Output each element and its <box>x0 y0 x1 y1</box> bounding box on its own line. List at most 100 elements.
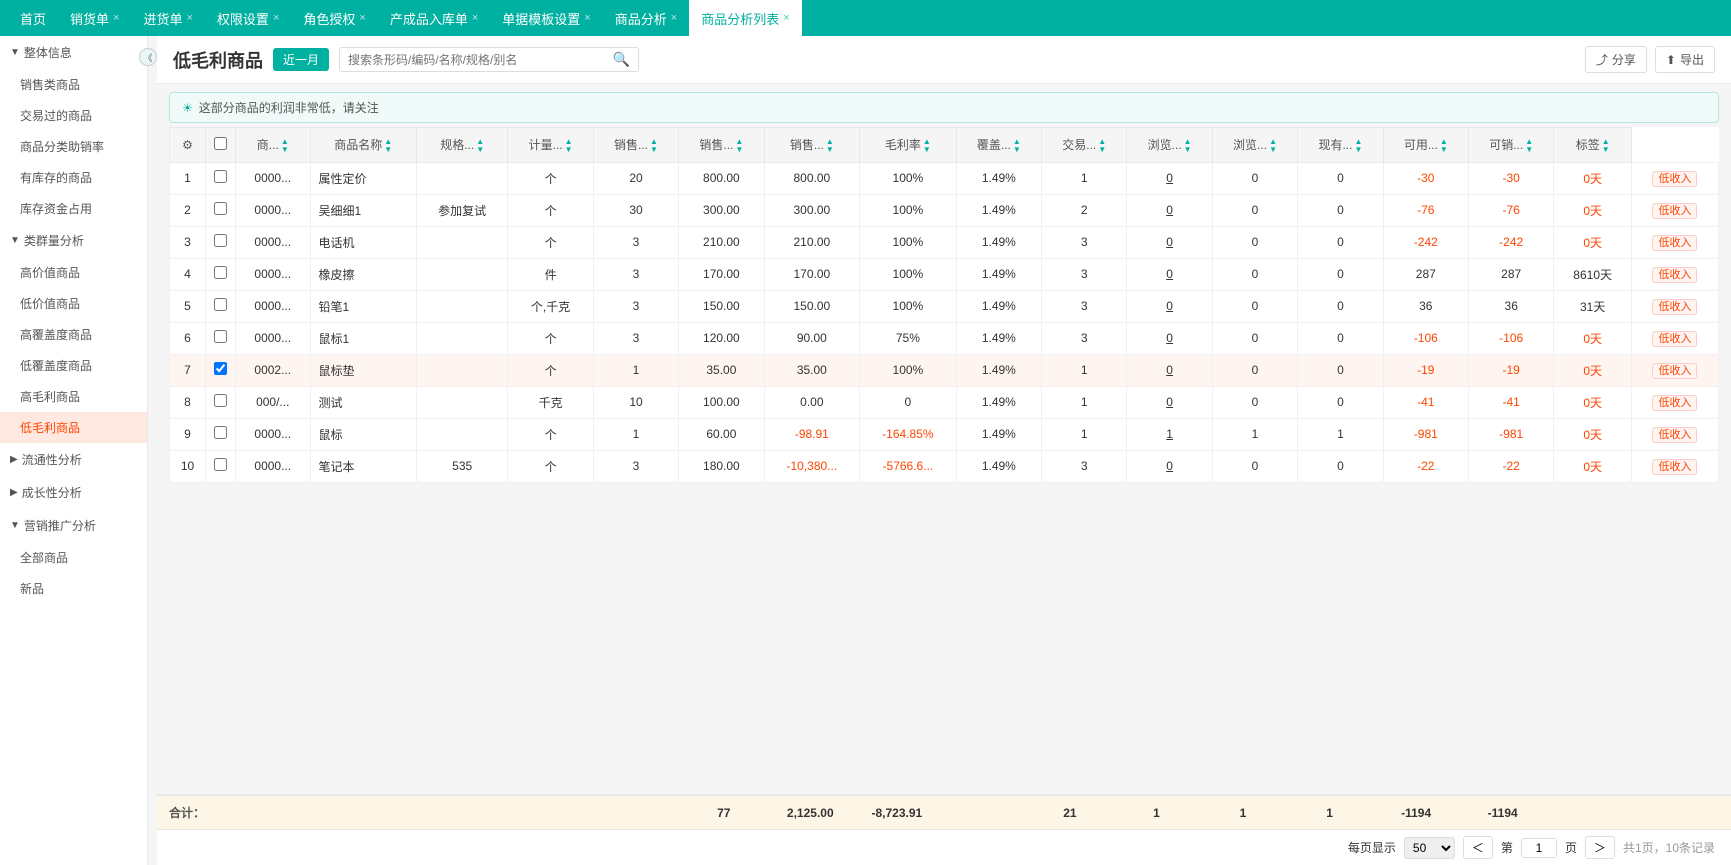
row-checkbox-cell[interactable] <box>206 450 236 482</box>
row-name[interactable]: 属性定价 <box>310 162 416 194</box>
col-coverage[interactable]: 覆盖...▲▼ <box>956 128 1041 163</box>
row-checkbox[interactable] <box>214 394 227 407</box>
sidebar-group-circulation[interactable]: ▶ 流通性分析 <box>0 443 147 476</box>
row-transaction[interactable]: 0 <box>1127 322 1212 354</box>
col-browse2[interactable]: 浏览...▲▼ <box>1212 128 1297 163</box>
row-transaction[interactable]: 0 <box>1127 354 1212 386</box>
search-box[interactable]: 🔍 <box>339 47 639 72</box>
row-checkbox[interactable] <box>214 298 227 311</box>
row-checkbox[interactable] <box>214 266 227 279</box>
row-checkbox-cell[interactable] <box>206 418 236 450</box>
col-sales-price[interactable]: 销售...▲▼ <box>679 128 764 163</box>
col-saleable[interactable]: 可销...▲▼ <box>1469 128 1554 163</box>
nav-goods-analysis-close[interactable]: × <box>671 12 677 24</box>
row-checkbox-cell[interactable] <box>206 226 236 258</box>
sidebar-item-all-goods[interactable]: 全部商品 <box>0 542 147 573</box>
col-transaction[interactable]: 交易...▲▼ <box>1042 128 1127 163</box>
row-transaction[interactable]: 0 <box>1127 450 1212 482</box>
col-spec[interactable]: 规格...▲▼ <box>416 128 508 163</box>
col-tag[interactable]: 标签▲▼ <box>1554 128 1632 163</box>
row-checkbox[interactable] <box>214 458 227 471</box>
row-transaction[interactable]: 0 <box>1127 290 1212 322</box>
sidebar-item-in-stock[interactable]: 有库存的商品 <box>0 162 147 193</box>
row-checkbox-cell[interactable] <box>206 322 236 354</box>
nav-roles[interactable]: 角色授权 × <box>291 0 377 36</box>
row-checkbox[interactable] <box>214 362 227 375</box>
row-checkbox-cell[interactable] <box>206 354 236 386</box>
col-sales-amount[interactable]: 销售...▲▼ <box>764 128 860 163</box>
row-transaction[interactable]: 1 <box>1127 418 1212 450</box>
nav-stock-in-close[interactable]: × <box>472 12 478 24</box>
prev-page-button[interactable]: ＜ <box>1463 836 1493 859</box>
row-checkbox-cell[interactable] <box>206 162 236 194</box>
sidebar-item-high-value[interactable]: 高价值商品 <box>0 257 147 288</box>
nav-sales[interactable]: 销货单 × <box>58 0 131 36</box>
sidebar-item-new-goods[interactable]: 新品 <box>0 573 147 604</box>
row-transaction[interactable]: 0 <box>1127 162 1212 194</box>
sidebar-item-low-value[interactable]: 低价值商品 <box>0 288 147 319</box>
row-name[interactable]: 笔记本 <box>310 450 416 482</box>
row-checkbox[interactable] <box>214 170 227 183</box>
nav-purchase-close[interactable]: × <box>186 12 192 24</box>
col-sales-qty[interactable]: 销售...▲▼ <box>593 128 678 163</box>
col-code[interactable]: 商...▲▼ <box>236 128 311 163</box>
row-checkbox[interactable] <box>214 330 227 343</box>
col-checkbox[interactable] <box>206 128 236 163</box>
export-button[interactable]: ⬆ 导出 <box>1655 46 1715 73</box>
col-unit[interactable]: 计量...▲▼ <box>508 128 593 163</box>
nav-goods-analysis-list[interactable]: 商品分析列表 × <box>689 0 801 36</box>
nav-permissions[interactable]: 权限设置 × <box>205 0 291 36</box>
sidebar-item-sales-goods[interactable]: 销售类商品 <box>0 69 147 100</box>
sidebar-group-marketing[interactable]: ▼ 营销推广分析 <box>0 509 147 542</box>
search-input[interactable] <box>348 53 613 67</box>
col-gross-rate[interactable]: 毛利率▲▼ <box>860 128 957 163</box>
row-name[interactable]: 橡皮擦 <box>310 258 416 290</box>
nav-home[interactable]: 首页 <box>8 0 58 36</box>
date-filter-button[interactable]: 近一月 <box>273 48 329 71</box>
row-name[interactable]: 鼠标垫 <box>310 354 416 386</box>
row-transaction[interactable]: 0 <box>1127 386 1212 418</box>
row-name[interactable]: 铅笔1 <box>310 290 416 322</box>
row-transaction[interactable]: 0 <box>1127 226 1212 258</box>
sidebar-group-cluster[interactable]: ▼ 类群量分析 <box>0 224 147 257</box>
col-stock[interactable]: 现有...▲▼ <box>1298 128 1383 163</box>
row-checkbox[interactable] <box>214 234 227 247</box>
nav-stock-in[interactable]: 产成品入库单 × <box>378 0 490 36</box>
row-name[interactable]: 鼠标1 <box>310 322 416 354</box>
row-transaction[interactable]: 0 <box>1127 258 1212 290</box>
sidebar-group-overall[interactable]: ▼ 整体信息 <box>0 36 147 69</box>
nav-template[interactable]: 单据模板设置 × <box>490 0 602 36</box>
nav-permissions-close[interactable]: × <box>273 12 279 24</box>
row-name[interactable]: 电话机 <box>310 226 416 258</box>
nav-template-close[interactable]: × <box>584 12 590 24</box>
per-page-select[interactable]: 50 20 100 <box>1404 837 1455 859</box>
row-transaction[interactable]: 0 <box>1127 194 1212 226</box>
row-name[interactable]: 吴细细1 <box>310 194 416 226</box>
sidebar-item-stock-funds[interactable]: 库存资金占用 <box>0 193 147 224</box>
nav-purchase[interactable]: 进货单 × <box>131 0 204 36</box>
sidebar-collapse-button[interactable]: 《 <box>139 48 157 66</box>
row-name[interactable]: 鼠标 <box>310 418 416 450</box>
sidebar-group-growth[interactable]: ▶ 成长性分析 <box>0 476 147 509</box>
nav-goods-analysis-list-close[interactable]: × <box>783 12 789 24</box>
sidebar-item-low-profit[interactable]: 低毛利商品 <box>0 412 147 443</box>
page-number-input[interactable] <box>1521 838 1557 858</box>
col-settings[interactable]: ⚙ <box>170 128 206 163</box>
sidebar-item-category-assist[interactable]: 商品分类助销率 <box>0 131 147 162</box>
col-available[interactable]: 可用...▲▼ <box>1383 128 1468 163</box>
col-name[interactable]: 商品名称▲▼ <box>310 128 416 163</box>
nav-roles-close[interactable]: × <box>359 12 365 24</box>
share-button[interactable]: ⤴ 分享 <box>1585 46 1647 73</box>
sidebar-item-traded-goods[interactable]: 交易过的商品 <box>0 100 147 131</box>
sidebar-item-low-coverage[interactable]: 低覆盖度商品 <box>0 350 147 381</box>
nav-sales-close[interactable]: × <box>113 12 119 24</box>
col-browse1[interactable]: 浏览...▲▼ <box>1127 128 1212 163</box>
row-checkbox[interactable] <box>214 202 227 215</box>
row-checkbox-cell[interactable] <box>206 386 236 418</box>
nav-goods-analysis[interactable]: 商品分析 × <box>603 0 689 36</box>
select-all-checkbox[interactable] <box>214 137 227 150</box>
row-name[interactable]: 测试 <box>310 386 416 418</box>
next-page-button[interactable]: ＞ <box>1585 836 1615 859</box>
row-checkbox-cell[interactable] <box>206 290 236 322</box>
row-checkbox[interactable] <box>214 426 227 439</box>
